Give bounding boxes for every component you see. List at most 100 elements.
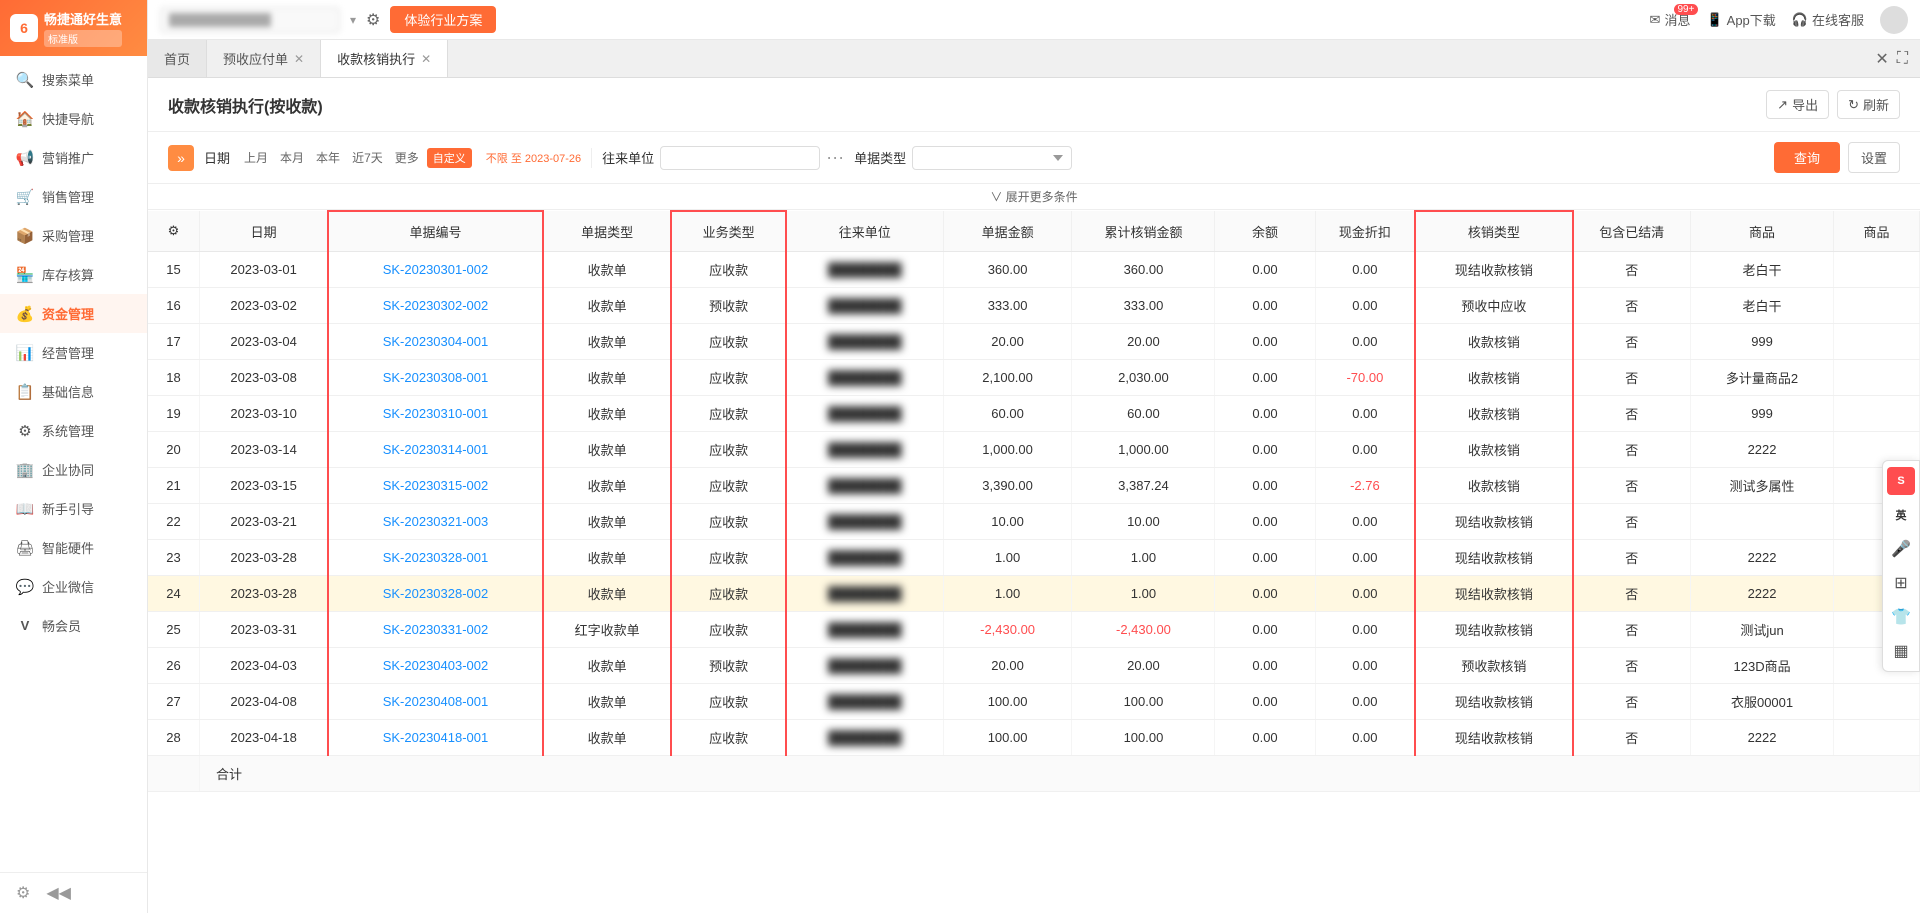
app-download-btn[interactable]: 📱 App下载: [1706, 10, 1775, 29]
messages-btn[interactable]: ✉ 消息 99+: [1650, 10, 1691, 29]
bill-no-link[interactable]: SK-20230403-002: [383, 658, 489, 673]
bill-no-link[interactable]: SK-20230331-002: [383, 622, 489, 637]
tab-home[interactable]: 首页: [148, 40, 207, 77]
cell-verified: 20.00: [1072, 648, 1215, 684]
sidebar-item-operations[interactable]: 📊 经营管理: [0, 333, 147, 372]
bill-type-select[interactable]: [912, 146, 1072, 170]
tab-collection[interactable]: 收款核销执行 ✕: [321, 40, 448, 77]
query-btn[interactable]: 查询: [1774, 142, 1840, 173]
inventory-icon: 🏪: [16, 266, 34, 284]
cell-bill-type: 收款单: [543, 684, 672, 720]
cell-id: 16: [148, 288, 199, 324]
date-btn-lastmonth[interactable]: 上月: [240, 147, 272, 168]
cell-biz-type: 应收款: [671, 396, 785, 432]
th-bill-type: 单据类型: [543, 211, 672, 252]
bill-no-link[interactable]: SK-20230418-001: [383, 730, 489, 745]
bill-no-link[interactable]: SK-20230314-001: [383, 442, 489, 457]
sidebar-item-member[interactable]: V 畅会员: [0, 606, 147, 645]
sidebar-item-purchase[interactable]: 📦 采购管理: [0, 216, 147, 255]
bill-no-link[interactable]: SK-20230308-001: [383, 370, 489, 385]
bill-no-link[interactable]: SK-20230301-002: [383, 262, 489, 277]
nav-dropdown-icon[interactable]: ▾: [350, 13, 356, 27]
date-custom-btn[interactable]: 自定义: [427, 148, 472, 168]
cell-partner: ████████: [786, 324, 943, 360]
cell-verified: 360.00: [1072, 252, 1215, 288]
table-container[interactable]: ⚙ 日期 单据编号 单据类型 业务类型 往来单位 单据金额 累计核销金额 余额 …: [148, 210, 1920, 913]
bill-no-link[interactable]: SK-20230302-002: [383, 298, 489, 313]
float-item-text[interactable]: 英: [1887, 501, 1915, 529]
cell-bill-type: 收款单: [543, 540, 672, 576]
date-btn-more[interactable]: 更多: [391, 147, 423, 168]
sidebar: 6 畅捷通好生意 标准版 🔍 搜索菜单 🏠 快捷导航 📢 营销推广 🛒 销售管理…: [0, 0, 148, 913]
cell-biz-type: 应收款: [671, 252, 785, 288]
cell-balance: 0.00: [1215, 432, 1315, 468]
export-btn[interactable]: ↗ 导出: [1766, 90, 1829, 119]
sidebar-item-sales[interactable]: 🛒 销售管理: [0, 177, 147, 216]
sidebar-item-wechat[interactable]: 💬 企业微信: [0, 567, 147, 606]
th-bill-no: 单据编号: [328, 211, 543, 252]
topbar-gear-icon[interactable]: ⚙: [366, 10, 380, 30]
tab-maximize-icon[interactable]: ⛶: [1897, 50, 1908, 68]
partner-input[interactable]: [660, 146, 820, 170]
partner-dots[interactable]: ···: [826, 147, 844, 168]
expand-conditions-btn[interactable]: ∨ 展开更多条件: [990, 190, 1077, 204]
nav-search-input[interactable]: [160, 7, 340, 33]
sidebar-item-finance[interactable]: 💰 资金管理: [0, 294, 147, 333]
bill-no-link[interactable]: SK-20230408-001: [383, 694, 489, 709]
sidebar-item-quicknav[interactable]: 🏠 快捷导航: [0, 99, 147, 138]
tab-prepay-close[interactable]: ✕: [294, 52, 304, 66]
date-btn-thisyear[interactable]: 本年: [312, 147, 344, 168]
support-btn[interactable]: 🎧 在线客服: [1792, 10, 1864, 29]
sidebar-item-system[interactable]: ⚙ 系统管理: [0, 411, 147, 450]
summary-row: 合计: [148, 756, 1920, 792]
table-body: 15 2023-03-01 SK-20230301-002 收款单 应收款 ██…: [148, 252, 1920, 792]
date-btn-thismonth[interactable]: 本月: [276, 147, 308, 168]
user-avatar[interactable]: [1880, 6, 1908, 34]
bill-no-link[interactable]: SK-20230315-002: [383, 478, 489, 493]
sidebar-item-hardware[interactable]: 🖨 智能硬件: [0, 528, 147, 567]
bill-no-link[interactable]: SK-20230328-002: [383, 586, 489, 601]
avatar-image: [1880, 6, 1908, 34]
cell-discount: 0.00: [1315, 432, 1415, 468]
content-area: 收款核销执行(按收款) ↗ 导出 ↻ 刷新 » 日期 上月 本月 本年 近7天: [148, 78, 1920, 913]
collapse-icon[interactable]: ◀◀: [46, 883, 71, 903]
filter-toggle-btn[interactable]: »: [168, 145, 194, 171]
date-btn-7days[interactable]: 近7天: [348, 147, 387, 168]
tab-close-all-icon[interactable]: ✕: [1875, 49, 1888, 69]
bill-no-link[interactable]: SK-20230321-003: [383, 514, 489, 529]
sidebar-item-basic[interactable]: 📋 基础信息: [0, 372, 147, 411]
tab-prepay[interactable]: 预收应付单 ✕: [207, 40, 321, 77]
cell-product: 测试多属性: [1691, 468, 1834, 504]
cell-discount: 0.00: [1315, 648, 1415, 684]
bill-no-link[interactable]: SK-20230328-001: [383, 550, 489, 565]
filter-settings-btn[interactable]: 设置: [1848, 142, 1900, 173]
bill-no-link[interactable]: SK-20230310-001: [383, 406, 489, 421]
sidebar-item-marketing[interactable]: 📢 营销推广: [0, 138, 147, 177]
th-verified: 累计核销金额: [1072, 211, 1215, 252]
th-settings[interactable]: ⚙: [148, 211, 199, 252]
sidebar-item-corp[interactable]: 🏢 企业协同: [0, 450, 147, 489]
float-item-shirt[interactable]: 👕: [1887, 603, 1915, 631]
cell-verify-type: 现结收款核销: [1415, 720, 1572, 756]
sidebar-item-inventory[interactable]: 🏪 库存核算: [0, 255, 147, 294]
float-item-apps[interactable]: ▦: [1887, 637, 1915, 665]
cell-verify-type: 现结收款核销: [1415, 540, 1572, 576]
cell-included: 否: [1573, 360, 1691, 396]
sidebar-item-search[interactable]: 🔍 搜索菜单: [0, 60, 147, 99]
float-item-grid[interactable]: ⊞: [1887, 569, 1915, 597]
float-item-mic[interactable]: 🎤: [1887, 535, 1915, 563]
table-row: 23 2023-03-28 SK-20230328-001 收款单 应收款 ██…: [148, 540, 1920, 576]
solution-btn[interactable]: 体验行业方案: [390, 6, 496, 33]
tab-collection-close[interactable]: ✕: [421, 52, 431, 66]
sidebar-logo: 6 畅捷通好生意 标准版: [0, 0, 147, 56]
cell-verified: 2,030.00: [1072, 360, 1215, 396]
float-logo[interactable]: S: [1887, 467, 1915, 495]
sidebar-item-guide[interactable]: 📖 新手引导: [0, 489, 147, 528]
cell-balance: 0.00: [1215, 288, 1315, 324]
cell-amount: 60.00: [943, 396, 1072, 432]
partner-filter: 往来单位 ···: [602, 146, 844, 170]
cell-partner: ████████: [786, 468, 943, 504]
settings-bottom-icon[interactable]: ⚙: [16, 883, 30, 903]
refresh-btn[interactable]: ↻ 刷新: [1837, 90, 1900, 119]
bill-no-link[interactable]: SK-20230304-001: [383, 334, 489, 349]
